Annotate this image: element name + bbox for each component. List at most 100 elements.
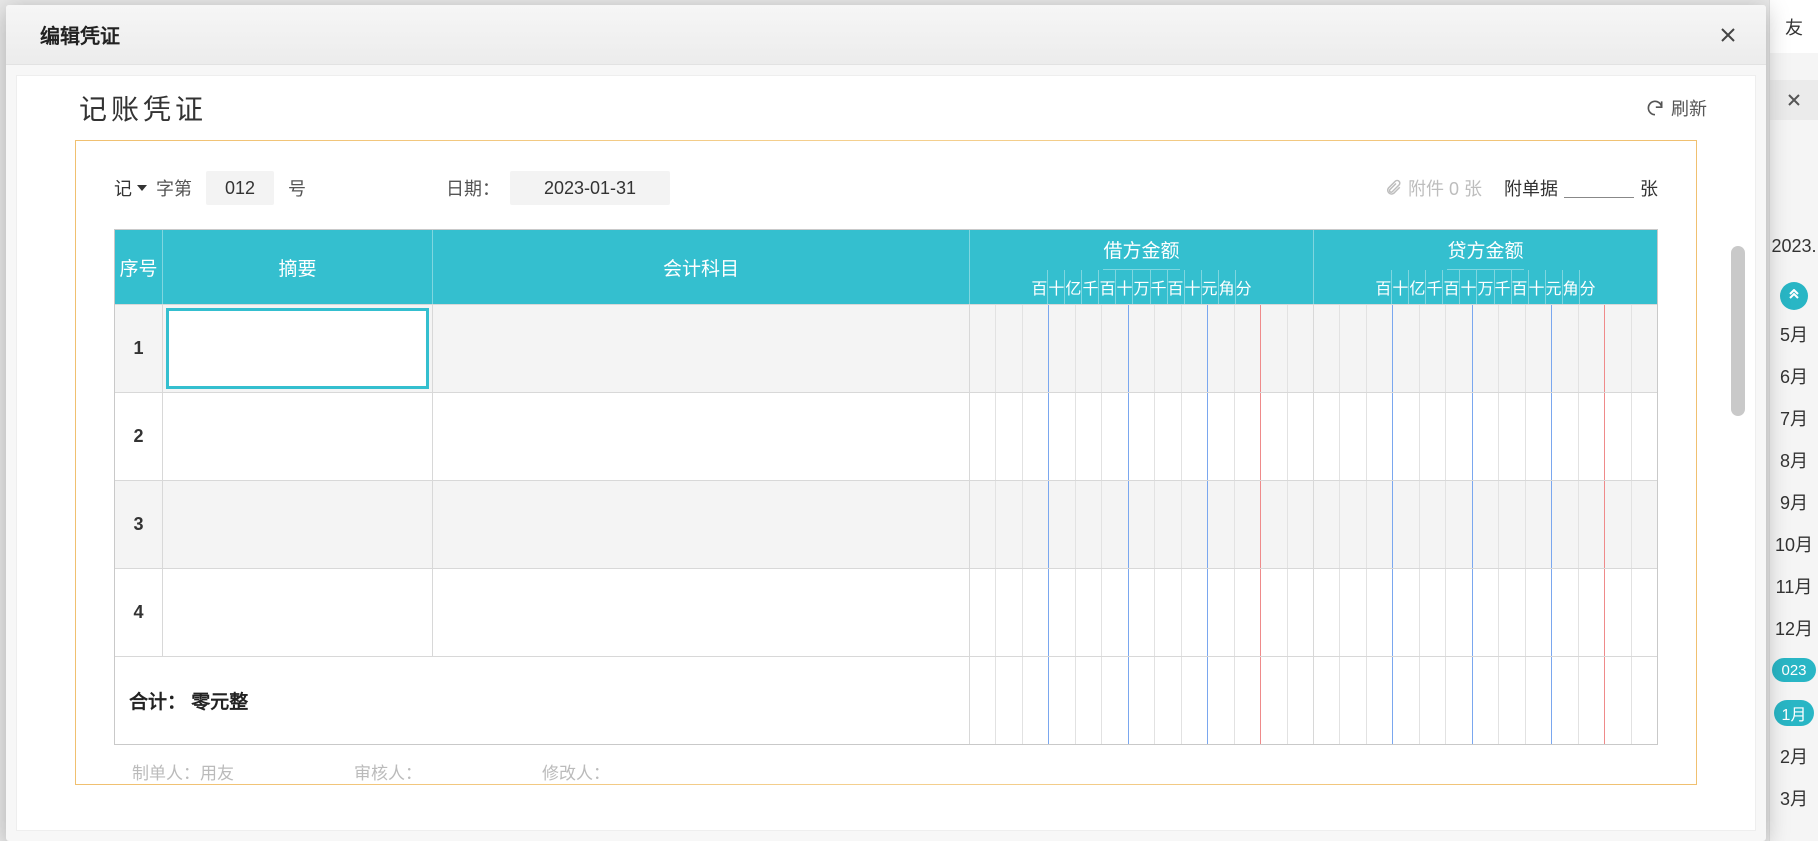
amount-digit-cell[interactable] (1155, 305, 1181, 392)
amount-digit-cell[interactable] (1261, 305, 1287, 392)
amount-digit-cell[interactable] (1552, 393, 1578, 480)
amount-digit-cell[interactable] (1182, 657, 1208, 744)
amount-digit-cell[interactable] (1102, 657, 1128, 744)
amount-digit-cell[interactable] (1446, 481, 1472, 568)
amount-digit-cell[interactable] (1288, 657, 1313, 744)
summary-cell[interactable] (163, 481, 433, 568)
amount-digit-cell[interactable] (996, 305, 1022, 392)
voucher-number-input[interactable]: 012 (206, 171, 274, 205)
amount-digit-cell[interactable] (1129, 657, 1155, 744)
amount-digit-cell[interactable] (1605, 657, 1631, 744)
amount-digit-cell[interactable] (1499, 569, 1525, 656)
scrollbar[interactable] (1731, 246, 1745, 606)
scroll-top-button[interactable] (1770, 282, 1818, 310)
amount-digit-cell[interactable] (1023, 481, 1049, 568)
amount-digit-cell[interactable] (1605, 305, 1631, 392)
amount-digit-cell[interactable] (1526, 393, 1552, 480)
month-item[interactable]: 5月 (1780, 322, 1808, 346)
amount-digit-cell[interactable] (1129, 569, 1155, 656)
amount-digit-cell[interactable] (1632, 393, 1657, 480)
amount-digit-cell[interactable] (1208, 393, 1234, 480)
amount-digit-cell[interactable] (1208, 481, 1234, 568)
amount-digit-cell[interactable] (1632, 305, 1657, 392)
subject-cell[interactable] (433, 393, 970, 480)
amount-digit-cell[interactable] (1023, 657, 1049, 744)
subject-cell[interactable] (433, 569, 970, 656)
date-input[interactable]: 2023-01-31 (510, 171, 670, 205)
amount-digit-cell[interactable] (1552, 569, 1578, 656)
amount-digit-cell[interactable] (1314, 481, 1340, 568)
tab-close-button[interactable] (1770, 80, 1818, 120)
amount-digit-cell[interactable] (996, 393, 1022, 480)
amount-digit-cell[interactable] (1182, 481, 1208, 568)
amount-digit-cell[interactable] (1235, 481, 1261, 568)
amount-digit-cell[interactable] (970, 305, 996, 392)
amount-digit-cell[interactable] (1420, 393, 1446, 480)
month-item[interactable]: 11月 (1776, 574, 1813, 598)
amount-digit-cell[interactable] (1235, 305, 1261, 392)
amount-digit-cell[interactable] (1261, 481, 1287, 568)
amount-digit-cell[interactable] (1023, 569, 1049, 656)
amount-digit-cell[interactable] (1288, 393, 1313, 480)
fudanju-input[interactable] (1564, 178, 1634, 198)
amount-digit-cell[interactable] (996, 481, 1022, 568)
amount-digit-cell[interactable] (1605, 569, 1631, 656)
amount-digit-cell[interactable] (1552, 481, 1578, 568)
amount-digit-cell[interactable] (1102, 569, 1128, 656)
amount-digit-cell[interactable] (1526, 305, 1552, 392)
amount-digit-cell[interactable] (1155, 481, 1181, 568)
amount-digit-cell[interactable] (1208, 569, 1234, 656)
amount-digit-cell[interactable] (1049, 393, 1075, 480)
amount-digit-cell[interactable] (1102, 305, 1128, 392)
amount-digit-cell[interactable] (1499, 305, 1525, 392)
amount-digit-cell[interactable] (1526, 569, 1552, 656)
amount-digit-cell[interactable] (1076, 657, 1102, 744)
summary-cell[interactable] (163, 393, 433, 480)
amount-digit-cell[interactable] (1129, 305, 1155, 392)
amount-digit-cell[interactable] (1632, 481, 1657, 568)
amount-digit-cell[interactable] (1155, 657, 1181, 744)
amount-digit-cell[interactable] (1288, 481, 1313, 568)
amount-digit-cell[interactable] (1473, 657, 1499, 744)
month-item[interactable]: 12月 (1775, 616, 1813, 640)
amount-digit-cell[interactable] (1340, 657, 1366, 744)
amount-digit-cell[interactable] (1314, 393, 1340, 480)
amount-digit-cell[interactable] (1235, 657, 1261, 744)
amount-digit-cell[interactable] (1473, 569, 1499, 656)
amount-digit-cell[interactable] (1446, 393, 1472, 480)
month-item[interactable]: 7月 (1780, 406, 1808, 430)
amount-digit-cell[interactable] (1049, 305, 1075, 392)
amount-digit-cell[interactable] (1314, 569, 1340, 656)
amount-digit-cell[interactable] (970, 569, 996, 656)
amount-digit-cell[interactable] (996, 569, 1022, 656)
month-item-active[interactable]: 1月 (1774, 700, 1814, 726)
amount-digit-cell[interactable] (1632, 657, 1657, 744)
subject-cell[interactable] (433, 305, 970, 392)
amount-digit-cell[interactable] (1552, 657, 1578, 744)
month-item[interactable]: 3月 (1780, 786, 1808, 810)
month-item[interactable]: 8月 (1780, 448, 1808, 472)
amount-digit-cell[interactable] (1446, 569, 1472, 656)
amount-digit-cell[interactable] (1261, 657, 1287, 744)
amount-digit-cell[interactable] (1235, 393, 1261, 480)
amount-digit-cell[interactable] (1340, 481, 1366, 568)
amount-digit-cell[interactable] (1552, 305, 1578, 392)
amount-digit-cell[interactable] (1605, 393, 1631, 480)
amount-digit-cell[interactable] (1367, 305, 1393, 392)
amount-digit-cell[interactable] (996, 657, 1022, 744)
refresh-button[interactable]: 刷新 (1645, 95, 1707, 121)
subject-cell[interactable] (433, 481, 970, 568)
amount-digit-cell[interactable] (1208, 305, 1234, 392)
amount-digit-cell[interactable] (1526, 657, 1552, 744)
amount-digit-cell[interactable] (1182, 393, 1208, 480)
close-button[interactable] (1714, 21, 1742, 49)
amount-digit-cell[interactable] (1579, 569, 1605, 656)
amount-digit-cell[interactable] (1129, 393, 1155, 480)
amount-digit-cell[interactable] (1155, 569, 1181, 656)
amount-digit-cell[interactable] (1023, 393, 1049, 480)
amount-digit-cell[interactable] (1367, 569, 1393, 656)
amount-digit-cell[interactable] (1579, 305, 1605, 392)
amount-digit-cell[interactable] (1076, 393, 1102, 480)
month-item[interactable]: 10月 (1775, 532, 1813, 556)
amount-digit-cell[interactable] (1288, 305, 1313, 392)
